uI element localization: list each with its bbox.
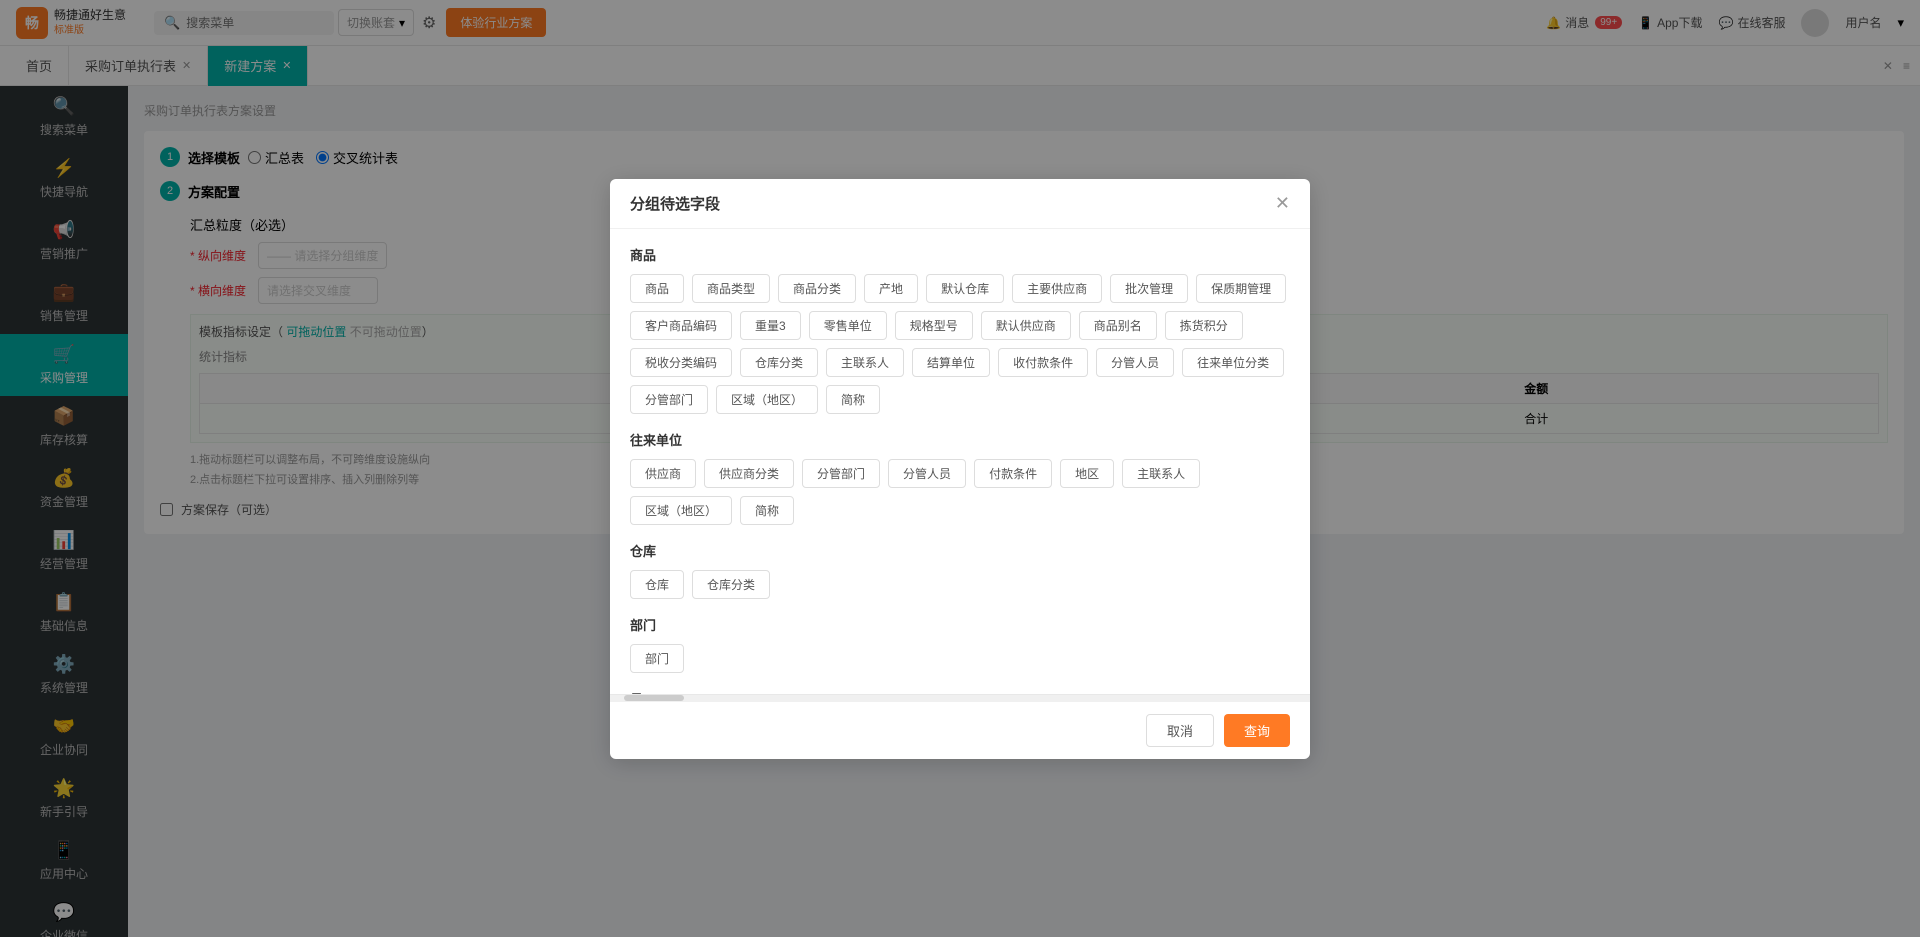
field-tag[interactable]: 分管部门 [802,459,880,488]
modal-footer: 取消 查询 [610,701,1310,759]
modal-overlay: 分组待选字段 ✕ 商品 商品商品类型商品分类产地默认仓库主要供应商批次管理保质期… [0,0,1920,937]
field-tag[interactable]: 零售单位 [809,311,887,340]
field-tag[interactable]: 客户商品编码 [630,311,732,340]
field-tag[interactable]: 商品类型 [692,274,770,303]
field-tag[interactable]: 商品分类 [778,274,856,303]
field-tag[interactable]: 默认供应商 [981,311,1071,340]
field-tag[interactable]: 拣货积分 [1165,311,1243,340]
field-tag[interactable]: 重量3 [740,311,801,340]
field-tag[interactable]: 仓库分类 [692,570,770,599]
field-section-partner-title: 往来单位 [630,430,1290,449]
field-tag[interactable]: 分管人员 [888,459,966,488]
field-tag[interactable]: 部门 [630,644,684,673]
field-tag[interactable]: 往来单位分类 [1182,348,1284,377]
field-section-dept: 部门 部门 [630,615,1290,673]
field-tag[interactable]: 分管人员 [1096,348,1174,377]
field-tag[interactable]: 地区 [1060,459,1114,488]
field-tag[interactable]: 供应商 [630,459,696,488]
field-tag[interactable]: 简称 [740,496,794,525]
modal: 分组待选字段 ✕ 商品 商品商品类型商品分类产地默认仓库主要供应商批次管理保质期… [610,179,1310,759]
modal-body: 商品 商品商品类型商品分类产地默认仓库主要供应商批次管理保质期管理客户商品编码重… [610,229,1310,694]
field-tag[interactable]: 分管部门 [630,385,708,414]
field-section-warehouse: 仓库 仓库仓库分类 [630,541,1290,599]
field-tag[interactable]: 仓库 [630,570,684,599]
modal-close-icon[interactable]: ✕ [1275,193,1290,214]
field-section-product: 商品 商品商品类型商品分类产地默认仓库主要供应商批次管理保质期管理客户商品编码重… [630,245,1290,414]
field-tag[interactable]: 默认仓库 [926,274,1004,303]
field-tags-warehouse: 仓库仓库分类 [630,570,1290,599]
field-tag[interactable]: 供应商分类 [704,459,794,488]
field-section-partner: 往来单位 供应商供应商分类分管部门分管人员付款条件地区主联系人区域（地区） 简称 [630,430,1290,525]
field-tag[interactable]: 区域（地区） [716,385,818,414]
field-tag[interactable]: 产地 [864,274,918,303]
field-tag[interactable]: 商品 [630,274,684,303]
cancel-button[interactable]: 取消 [1146,714,1214,747]
field-tag[interactable]: 区域（地区） [630,496,732,525]
field-tag[interactable]: 保质期管理 [1196,274,1286,303]
field-tag[interactable]: 规格型号 [895,311,973,340]
field-tag[interactable]: 收付款条件 [998,348,1088,377]
field-tag[interactable]: 结算单位 [912,348,990,377]
modal-header: 分组待选字段 ✕ [610,179,1310,229]
confirm-button[interactable]: 查询 [1224,714,1290,747]
field-tag[interactable]: 付款条件 [974,459,1052,488]
field-tag[interactable]: 简称 [826,385,880,414]
field-tags-partner: 供应商供应商分类分管部门分管人员付款条件地区主联系人区域（地区） 简称 [630,459,1290,525]
field-tag[interactable]: 批次管理 [1110,274,1188,303]
field-tag[interactable]: 主联系人 [1122,459,1200,488]
modal-title: 分组待选字段 [630,193,720,214]
modal-hscrollbar[interactable] [610,694,1310,701]
field-section-dept-title: 部门 [630,615,1290,634]
field-tags-dept: 部门 [630,644,1290,673]
field-section-product-title: 商品 [630,245,1290,264]
field-tags-product: 商品商品类型商品分类产地默认仓库主要供应商批次管理保质期管理客户商品编码重量3 零… [630,274,1290,414]
field-tag[interactable]: 仓库分类 [740,348,818,377]
field-tag[interactable]: 税收分类编码 [630,348,732,377]
field-section-warehouse-title: 仓库 [630,541,1290,560]
field-tag[interactable]: 主要供应商 [1012,274,1102,303]
field-tag[interactable]: 主联系人 [826,348,904,377]
field-tag[interactable]: 商品别名 [1079,311,1157,340]
